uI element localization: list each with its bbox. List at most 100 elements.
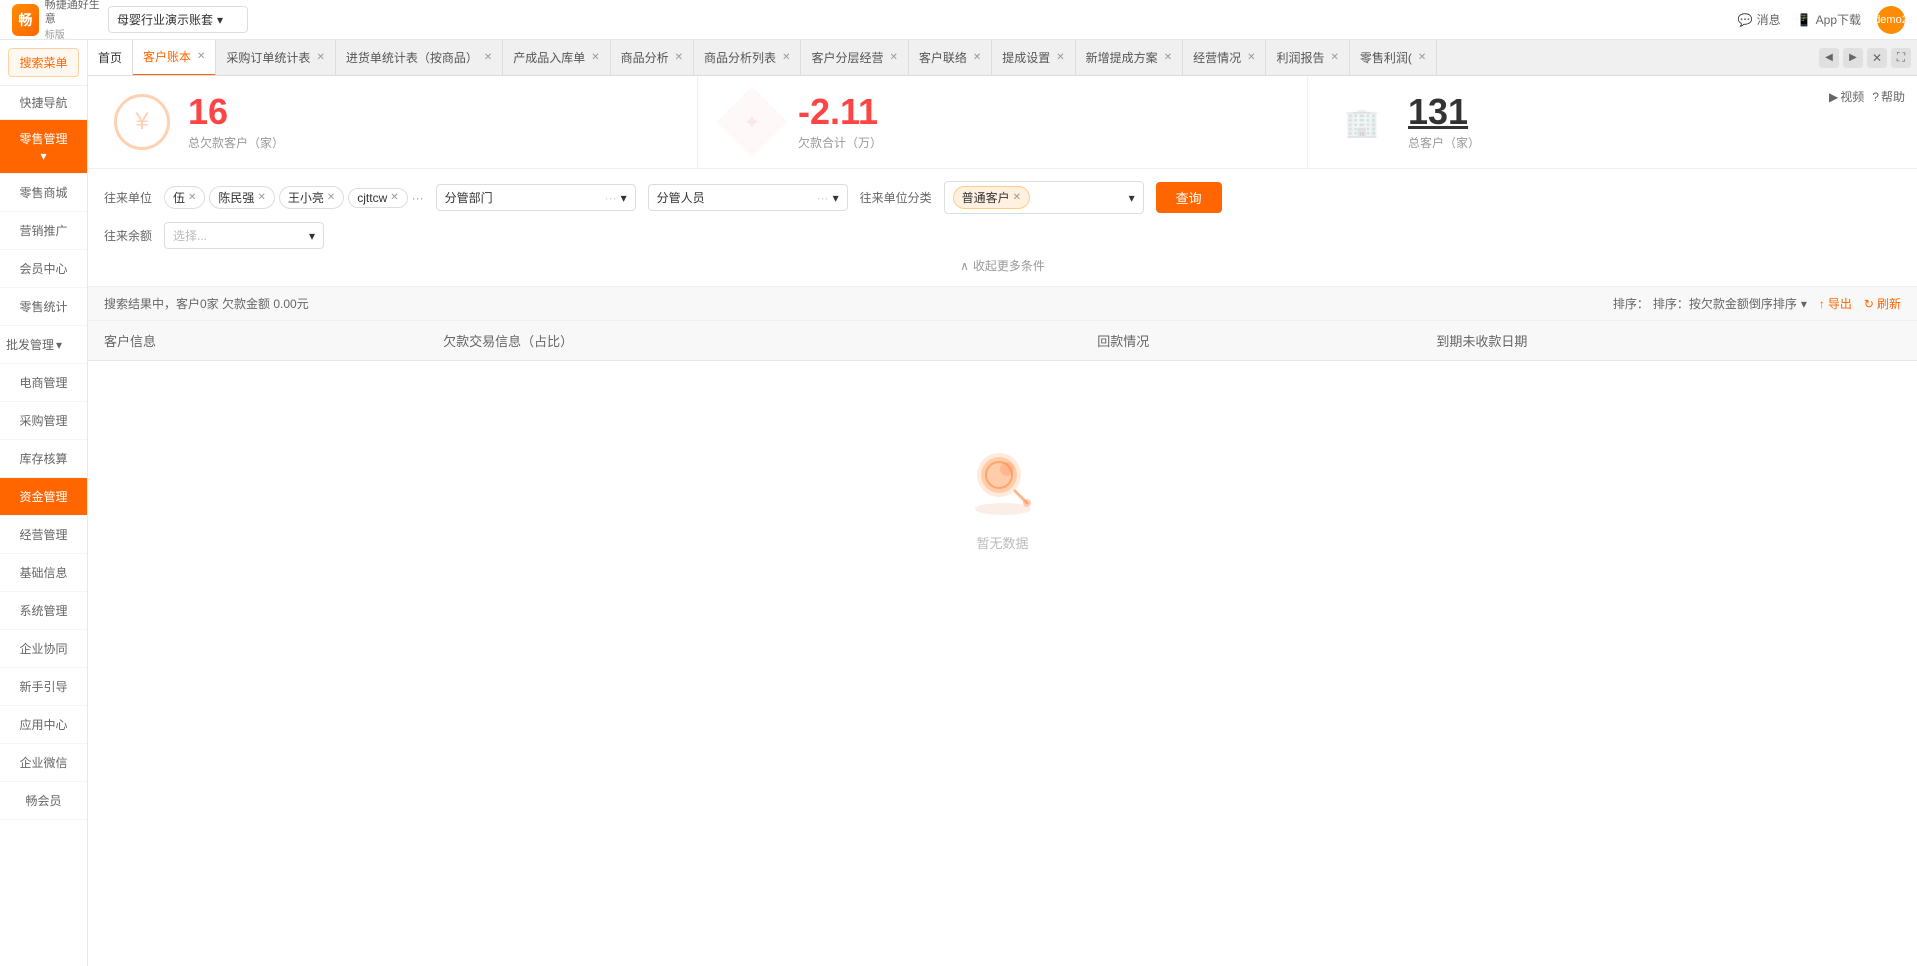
page-content: ¥ 16 总欠款客户（家） ✦ -2.11 欠款合计（万 (88, 76, 1917, 966)
help-link[interactable]: ? 帮助 (1872, 88, 1905, 105)
avatar[interactable]: demo2 (1877, 6, 1905, 34)
content-area: 首页 客户账本 ✕ 采购订单统计表 ✕ 进货单统计表（按商品） ✕ 产成品入库单… (88, 40, 1917, 966)
tab-product-analysis-list[interactable]: 商品分析列表 ✕ (694, 40, 801, 76)
tab-label: 客户账本 (143, 48, 191, 65)
filter-tag-wu: 伍 ✕ (164, 186, 205, 209)
balance-select[interactable]: 选择... ▾ (164, 222, 324, 249)
tab-ops-situation[interactable]: 经营情况 ✕ (1183, 40, 1266, 76)
sidebar-item-basic-info[interactable]: 基础信息 (0, 554, 87, 592)
sidebar-item-retail-mall[interactable]: 零售商城 (0, 174, 87, 212)
tab-close-icon[interactable]: ✕ (675, 52, 683, 63)
logo-area: 畅 畅捷通好生意 标版 (12, 0, 100, 41)
tab-prev-btn[interactable]: ◀ (1819, 48, 1839, 68)
sidebar-item-app-center[interactable]: 应用中心 (0, 706, 87, 744)
tab-close-icon[interactable]: ✕ (1331, 52, 1339, 63)
topbar-left: 畅 畅捷通好生意 标版 母婴行业演示账套 ▾ (12, 0, 248, 41)
balance-placeholder: 选择... (173, 227, 207, 244)
stat-info-debt: -2.11 欠款合计（万） (798, 94, 882, 151)
tab-close-icon[interactable]: ✕ (1164, 52, 1172, 63)
help-icon: ? (1872, 90, 1879, 104)
tab-close-icon[interactable]: ✕ (197, 51, 205, 62)
tab-close-icon[interactable]: ✕ (1056, 52, 1064, 63)
tab-customer-contact[interactable]: 客户联络 ✕ (909, 40, 992, 76)
tabbar-controls: ◀ ▶ ✕ ⛶ (1813, 48, 1917, 68)
video-link[interactable]: ▶ 视频 (1829, 88, 1864, 105)
sidebar-item-sys[interactable]: 系统管理 (0, 592, 87, 630)
sidebar-item-retail-stats[interactable]: 零售统计 (0, 288, 87, 326)
tab-close-icon[interactable]: ✕ (1247, 52, 1255, 63)
message-btn[interactable]: 💬 消息 (1738, 11, 1781, 28)
tag-close-chen[interactable]: ✕ (257, 192, 265, 203)
collapse-btn[interactable]: ∧ 收起更多条件 (960, 257, 1045, 274)
export-btn[interactable]: ↑ 导出 (1819, 295, 1852, 312)
unit-class-select[interactable]: 普通客户 ✕ ▾ (944, 181, 1144, 214)
sidebar-item-member[interactable]: 会员中心 (0, 250, 87, 288)
stat-card-debtors: ¥ 16 总欠款客户（家） (88, 76, 698, 168)
sidebar-item-capital[interactable]: 资金管理 (0, 478, 87, 516)
sort-select[interactable]: 排序： 排序：按欠款金额倒序排序 ▾ (1613, 295, 1807, 312)
tab-close-icon[interactable]: ✕ (1418, 52, 1426, 63)
empty-text: 暂无数据 (976, 533, 1028, 552)
tag-close-wu[interactable]: ✕ (188, 192, 196, 203)
sidebar-item-label: 系统管理 (19, 602, 67, 619)
tab-production-inbound[interactable]: 产成品入库单 ✕ (503, 40, 610, 76)
tag-close-cjttcw[interactable]: ✕ (390, 192, 398, 203)
tab-close-icon[interactable]: ✕ (973, 52, 981, 63)
dept-select[interactable]: 分管部门 ··· ▾ (436, 184, 636, 211)
tab-close-icon[interactable]: ✕ (316, 52, 324, 63)
sidebar-item-ecommerce[interactable]: 电商管理 (0, 364, 87, 402)
tab-expand-btn[interactable]: ⛶ (1891, 48, 1911, 68)
filter-more-icon[interactable]: ··· (412, 191, 424, 205)
refresh-btn[interactable]: ↻ 刷新 (1864, 295, 1901, 312)
tab-purchase-order-stats[interactable]: 采购订单统计表 ✕ (216, 40, 335, 76)
tag-close-unit-class[interactable]: ✕ (1013, 192, 1021, 203)
sidebar-item-marketing[interactable]: 营销推广 (0, 212, 87, 250)
sort-label: 排序： (1613, 295, 1649, 312)
sidebar-item-vip[interactable]: 畅会员 (0, 782, 87, 820)
debtor-icon-area: ¥ (112, 92, 172, 152)
sidebar-item-new-guide[interactable]: 新手引导 (0, 668, 87, 706)
tab-close-icon[interactable]: ✕ (591, 52, 599, 63)
query-btn[interactable]: 查询 (1156, 182, 1222, 213)
tag-close-wang[interactable]: ✕ (327, 192, 335, 203)
tab-customer-segments[interactable]: 客户分层经营 ✕ (801, 40, 908, 76)
search-menu-btn[interactable]: 搜索菜单 (8, 48, 79, 77)
sidebar-item-corp-wechat[interactable]: 企业微信 (0, 744, 87, 782)
tab-next-btn[interactable]: ▶ (1843, 48, 1863, 68)
tab-product-analysis[interactable]: 商品分析 ✕ (611, 40, 694, 76)
sidebar-item-ops[interactable]: 经营管理 (0, 516, 87, 554)
col-repayment: 回款情况 (1081, 321, 1420, 361)
app-download-btn[interactable]: 📱 App下载 (1797, 11, 1861, 28)
tab-new-prompt-plan[interactable]: 新增提成方案 ✕ (1076, 40, 1183, 76)
tab-customer-accounts[interactable]: 客户账本 ✕ (133, 40, 216, 76)
tab-profit-report[interactable]: 利润报告 ✕ (1266, 40, 1349, 76)
tab-retail-profit[interactable]: 零售利润( ✕ (1350, 40, 1437, 76)
tab-close-icon[interactable]: ✕ (889, 52, 897, 63)
store-selector[interactable]: 母婴行业演示账套 ▾ (108, 6, 248, 33)
sidebar-item-wholesale[interactable]: 批发管理 ▾ (0, 326, 87, 364)
tab-prompt-settings[interactable]: 提成设置 ✕ (992, 40, 1075, 76)
dept-label: 分管部门 (445, 189, 493, 206)
chevron-down-icon: ▾ (833, 191, 839, 205)
sidebar-item-retail-mgmt[interactable]: 零售管理 ▾ (0, 120, 87, 174)
person-select[interactable]: 分管人员 ··· ▾ (648, 184, 848, 211)
tag-label: cjttcw (357, 191, 387, 205)
sidebar-item-purchase[interactable]: 采购管理 (0, 402, 87, 440)
logo-icon: 畅 (12, 4, 39, 36)
sidebar-item-corp-collab[interactable]: 企业协同 (0, 630, 87, 668)
sidebar-item-label: 经营管理 (19, 526, 67, 543)
debt-icon-area: ✦ (722, 92, 782, 152)
tag-label: 伍 (173, 189, 185, 206)
sidebar-item-label: 零售统计 (19, 298, 67, 315)
unit-class-filter-label: 往来单位分类 (860, 189, 932, 206)
tab-close-all-btn[interactable]: ✕ (1867, 48, 1887, 68)
tab-close-icon[interactable]: ✕ (782, 52, 790, 63)
debt-amount-value: -2.11 (798, 94, 882, 130)
tab-inbound-stats[interactable]: 进货单统计表（按商品） ✕ (336, 40, 503, 76)
sidebar-item-inventory[interactable]: 库存核算 (0, 440, 87, 478)
tab-home[interactable]: 首页 (88, 40, 133, 76)
chevron-icon: ▾ (40, 149, 46, 163)
tab-close-icon[interactable]: ✕ (484, 52, 492, 63)
quick-nav-btn[interactable]: 快捷导航 (0, 86, 87, 120)
refresh-icon: ↻ (1864, 297, 1874, 311)
